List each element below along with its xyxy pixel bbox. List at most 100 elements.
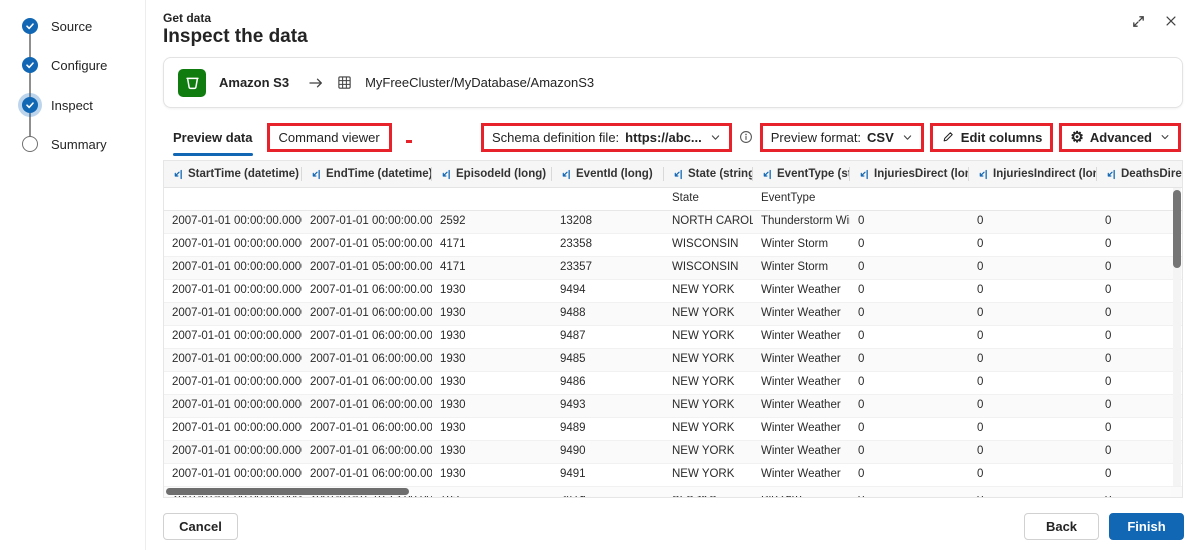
table-cell: 2007-01-01 00:00:00.0000 xyxy=(164,441,302,463)
step-label: Configure xyxy=(51,58,107,73)
table-cell: Winter Weather xyxy=(753,349,850,371)
table-cell: 1930 xyxy=(432,303,552,325)
column-header-label: State (string) xyxy=(688,168,753,180)
table-cell: Winter Weather xyxy=(753,372,850,394)
edit-columns-button[interactable]: Edit columns xyxy=(940,128,1044,147)
table-cell: 0 xyxy=(1097,372,1183,394)
table-cell: 0 xyxy=(969,372,1097,394)
table-cell: 2007-01-01 00:00:00.0000 xyxy=(164,234,302,256)
table-cell: 0 xyxy=(969,257,1097,279)
table-cell: Winter Weather xyxy=(753,464,850,486)
table-cell: 0 xyxy=(1097,234,1183,256)
annotation-box-edit-columns: Edit columns xyxy=(930,123,1054,152)
column-header[interactable]: EventId (long) xyxy=(552,161,664,187)
table-cell: 0 xyxy=(850,326,969,348)
column-header-label: EpisodeId (long) xyxy=(456,168,546,180)
step-inspect[interactable]: Inspect xyxy=(22,97,93,113)
table-cell: 2007-01-01 00:00:00.0000 xyxy=(164,280,302,302)
table-row: 2007-01-01 00:00:00.00002007-01-01 06:00… xyxy=(164,418,1182,441)
table-cell: NEW YORK xyxy=(664,441,753,463)
back-button[interactable]: Back xyxy=(1024,513,1099,540)
vertical-scrollbar[interactable] xyxy=(1173,188,1181,486)
pencil-icon xyxy=(941,130,955,144)
step-check-icon xyxy=(22,18,38,34)
step-check-icon xyxy=(22,57,38,73)
step-source[interactable]: Source xyxy=(22,18,92,34)
column-header-label: EventType (string) xyxy=(777,168,850,180)
cancel-button[interactable]: Cancel xyxy=(163,513,238,540)
table-cell: 0 xyxy=(1097,418,1183,440)
table-cell: NEW YORK xyxy=(664,395,753,417)
advanced-dropdown[interactable]: ⚙ Advanced xyxy=(1069,128,1171,147)
column-header[interactable]: State (string) xyxy=(664,161,753,187)
column-header[interactable]: InjuriesIndirect (long) xyxy=(969,161,1097,187)
table-cell: 9490 xyxy=(552,441,664,463)
source-card: Amazon S3 MyFreeCluster/MyDatabase/Amazo… xyxy=(163,57,1183,108)
finish-button[interactable]: Finish xyxy=(1109,513,1184,540)
vertical-scrollbar-thumb[interactable] xyxy=(1173,190,1181,268)
table-cell: 0 xyxy=(969,395,1097,417)
table-cell: Winter Weather xyxy=(753,441,850,463)
schema-definition-file-dropdown[interactable]: Schema definition file: https://abc... xyxy=(491,128,722,147)
step-summary[interactable]: Summary xyxy=(22,136,107,152)
table-cell: NEW YORK xyxy=(664,326,753,348)
table-cell: Winter Weather xyxy=(753,280,850,302)
table-cell: 9491 xyxy=(552,464,664,486)
horizontal-scrollbar-thumb[interactable] xyxy=(166,488,409,495)
table-cell: 2007-01-01 06:00:00.0000 xyxy=(302,395,432,417)
table-cell: 0 xyxy=(850,257,969,279)
table-row: 2007-01-01 00:00:00.00002007-01-01 00:00… xyxy=(164,211,1182,234)
table-cell: 2007-01-01 06:00:00.0000 xyxy=(302,326,432,348)
table-cell: 0 xyxy=(850,441,969,463)
table-cell xyxy=(850,188,969,210)
table-cell: 9494 xyxy=(552,280,664,302)
table-cell: 23357 xyxy=(552,257,664,279)
table-cell: 2007-01-01 06:00:00.0000 xyxy=(302,464,432,486)
table-row: 2007-01-01 00:00:00.00002007-01-01 06:00… xyxy=(164,372,1182,395)
table-cell: NEW YORK xyxy=(664,464,753,486)
table-cell: 0 xyxy=(1097,464,1183,486)
table-cell xyxy=(164,188,302,210)
column-header[interactable]: DeathsDirect (long) xyxy=(1097,161,1183,187)
table-row: 2007-01-01 00:00:00.00002007-01-01 05:00… xyxy=(164,257,1182,280)
table-cell: NEW YORK xyxy=(664,303,753,325)
preview-format-dropdown[interactable]: Preview format: CSV xyxy=(770,128,914,147)
step-circle-icon xyxy=(22,136,38,152)
table-cell: 0 xyxy=(850,234,969,256)
step-configure[interactable]: Configure xyxy=(22,57,107,73)
tab-command-viewer[interactable]: Command viewer xyxy=(267,123,392,152)
table-cell xyxy=(302,188,432,210)
destination-table-icon xyxy=(337,75,352,90)
column-header[interactable]: StartTime (datetime) xyxy=(164,161,302,187)
column-header[interactable]: InjuriesDirect (long) xyxy=(850,161,969,187)
table-cell: 2007-01-01 06:00:00.0000 xyxy=(302,441,432,463)
table-cell: 2007-01-01 00:00:00.0000 xyxy=(164,211,302,233)
column-header[interactable]: EndTime (datetime) xyxy=(302,161,432,187)
table-cell: 2007-01-01 00:00:00.0000 xyxy=(164,326,302,348)
table-cell: 9493 xyxy=(552,395,664,417)
table-cell: 0 xyxy=(969,326,1097,348)
table-cell: 2007-01-01 00:00:00.0000 xyxy=(164,464,302,486)
table-cell: 2007-01-01 06:00:00.0000 xyxy=(302,280,432,302)
column-header-label: EndTime (datetime) xyxy=(326,168,432,180)
table-cell: 1930 xyxy=(432,326,552,348)
table-cell: Winter Weather xyxy=(753,326,850,348)
column-header[interactable]: EpisodeId (long) xyxy=(432,161,552,187)
table-cell: 0 xyxy=(1097,441,1183,463)
tab-preview-data[interactable]: Preview data xyxy=(163,126,263,149)
table-cell: 0 xyxy=(969,418,1097,440)
table-cell: WISCONSIN xyxy=(664,234,753,256)
horizontal-scrollbar[interactable] xyxy=(165,487,1171,496)
table-cell: 9488 xyxy=(552,303,664,325)
table-cell: 0 xyxy=(850,372,969,394)
table-cell: 9489 xyxy=(552,418,664,440)
column-header-label: EventId (long) xyxy=(576,168,653,180)
table-cell: 2007-01-01 06:00:00.0000 xyxy=(302,303,432,325)
schema-info-icon[interactable] xyxy=(739,130,753,144)
annotation-box-preview-format: Preview format: CSV xyxy=(760,123,924,152)
table-cell: 0 xyxy=(1097,303,1183,325)
table-cell: Winter Storm xyxy=(753,234,850,256)
column-header[interactable]: EventType (string) xyxy=(753,161,850,187)
table-cell: NEW YORK xyxy=(664,372,753,394)
gear-icon: ⚙ xyxy=(1070,130,1083,145)
